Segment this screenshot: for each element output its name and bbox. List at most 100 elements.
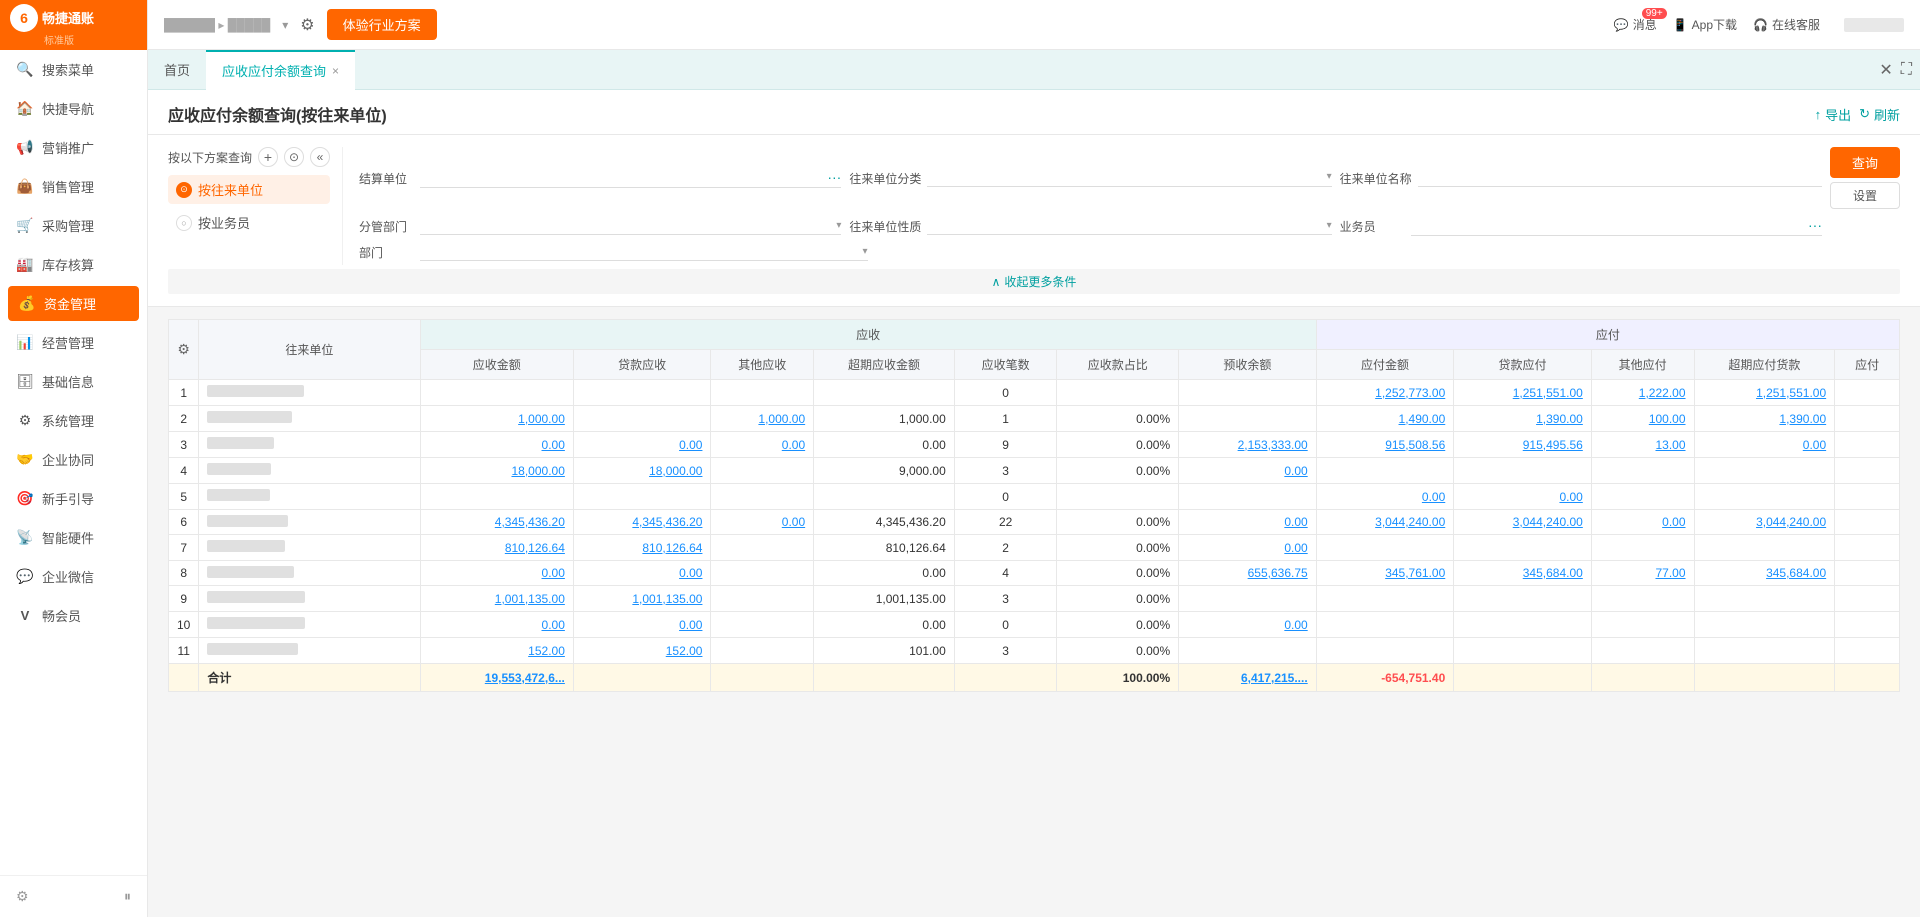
table-cell[interactable] xyxy=(1454,458,1592,484)
table-cell[interactable] xyxy=(711,586,814,612)
table-cell[interactable] xyxy=(1694,638,1835,664)
table-cell[interactable]: 345,684.00 xyxy=(1694,561,1835,586)
tab-ar-ap[interactable]: 应收应付余额查询 × xyxy=(206,50,355,90)
table-cell[interactable] xyxy=(1694,535,1835,561)
scheme-item-by-employee[interactable]: ○ 按业务员 xyxy=(168,208,330,237)
sidebar-item-finance[interactable]: 💰 资金管理 xyxy=(8,286,139,321)
table-cell[interactable]: 0.00 xyxy=(573,432,711,458)
table-cell[interactable]: 0.00 xyxy=(420,612,573,638)
table-settings-gear-icon[interactable]: ⚙ xyxy=(177,341,190,357)
sidebar-item-guide[interactable]: 🎯 新手引导 xyxy=(0,479,147,518)
sidebar-item-purchase[interactable]: 🛒 采购管理 xyxy=(0,206,147,245)
table-cell[interactable] xyxy=(1454,535,1592,561)
footer-ar-prepay-cell[interactable]: 6,417,215.... xyxy=(1179,664,1317,692)
table-cell[interactable]: 1,000.00 xyxy=(420,406,573,432)
table-cell[interactable]: 4,345,436.20 xyxy=(420,510,573,535)
table-cell[interactable]: 0.00 xyxy=(1694,432,1835,458)
export-button[interactable]: ↑ 导出 xyxy=(1815,105,1852,124)
sidebar-item-basic-info[interactable]: 🗄 基础信息 xyxy=(0,362,147,401)
sidebar-item-sales[interactable]: 👜 销售管理 xyxy=(0,167,147,206)
settings-bottom-icon[interactable]: ⚙ xyxy=(16,888,29,905)
sidebar-item-marketing[interactable]: 📢 营销推广 xyxy=(0,128,147,167)
table-cell[interactable] xyxy=(1591,612,1694,638)
table-cell[interactable]: 0.00 xyxy=(1179,458,1317,484)
table-cell[interactable] xyxy=(1179,586,1317,612)
table-cell[interactable] xyxy=(1179,638,1317,664)
sidebar-item-cooperation[interactable]: 🤝 企业协同 xyxy=(0,440,147,479)
table-cell[interactable] xyxy=(1316,612,1454,638)
table-cell[interactable]: 1,390.00 xyxy=(1454,406,1592,432)
table-cell[interactable]: 0.00 xyxy=(573,561,711,586)
table-cell[interactable] xyxy=(573,380,711,406)
table-cell[interactable]: 0.00 xyxy=(420,432,573,458)
table-cell[interactable]: 345,761.00 xyxy=(1316,561,1454,586)
app-download-button[interactable]: 📱 App下载 xyxy=(1673,16,1737,33)
topbar-chevron-icon[interactable]: ▾ xyxy=(282,18,288,32)
table-cell[interactable] xyxy=(711,612,814,638)
unit-name-input[interactable] xyxy=(1418,170,1822,187)
table-cell[interactable]: 0.00 xyxy=(1454,484,1592,510)
table-cell[interactable] xyxy=(1591,638,1694,664)
table-cell[interactable]: 77.00 xyxy=(1591,561,1694,586)
footer-ar-amount-cell[interactable]: 19,553,472,6... xyxy=(420,664,573,692)
table-cell[interactable]: 0.00 xyxy=(711,510,814,535)
sidebar-item-system[interactable]: ⚙ 系统管理 xyxy=(0,401,147,440)
table-cell[interactable] xyxy=(1316,638,1454,664)
table-cell[interactable]: 0.00 xyxy=(1316,484,1454,510)
messages-button[interactable]: 💬 消息 99+ xyxy=(1614,16,1657,33)
tab-close-all-icon[interactable]: ✕ xyxy=(1879,60,1892,80)
table-cell[interactable]: 1,251,551.00 xyxy=(1694,380,1835,406)
table-cell[interactable]: 1,222.00 xyxy=(1591,380,1694,406)
tab-home[interactable]: 首页 xyxy=(148,50,206,90)
table-cell[interactable] xyxy=(711,458,814,484)
table-cell[interactable]: 1,001,135.00 xyxy=(420,586,573,612)
table-cell[interactable]: 1,000.00 xyxy=(711,406,814,432)
table-cell[interactable] xyxy=(1694,586,1835,612)
settings-button[interactable]: 设置 xyxy=(1830,182,1900,209)
table-cell[interactable] xyxy=(1694,612,1835,638)
unit-nature-input[interactable] xyxy=(927,218,1326,232)
table-cell[interactable] xyxy=(711,535,814,561)
add-scheme-btn[interactable]: + xyxy=(258,147,278,167)
table-cell[interactable]: 152.00 xyxy=(420,638,573,664)
table-cell[interactable] xyxy=(1454,638,1592,664)
table-cell[interactable] xyxy=(711,380,814,406)
promo-button[interactable]: 体验行业方案 xyxy=(327,9,437,40)
table-cell[interactable]: 3,044,240.00 xyxy=(1694,510,1835,535)
table-cell[interactable]: 3,044,240.00 xyxy=(1316,510,1454,535)
table-cell[interactable]: 1,390.00 xyxy=(1694,406,1835,432)
table-cell[interactable]: 4,345,436.20 xyxy=(573,510,711,535)
salesperson-dots-icon[interactable]: ··· xyxy=(1808,217,1822,233)
table-cell[interactable] xyxy=(1316,586,1454,612)
scheme-item-by-unit[interactable]: ⊙ 按往来单位 xyxy=(168,175,330,204)
table-cell[interactable] xyxy=(1591,484,1694,510)
table-cell[interactable] xyxy=(420,484,573,510)
table-cell[interactable] xyxy=(420,380,573,406)
sidebar-item-wechat[interactable]: 💬 企业微信 xyxy=(0,557,147,596)
table-cell[interactable] xyxy=(1316,458,1454,484)
table-cell[interactable]: 915,508.56 xyxy=(1316,432,1454,458)
table-cell[interactable]: 915,495.56 xyxy=(1454,432,1592,458)
table-cell[interactable]: 1,252,773.00 xyxy=(1316,380,1454,406)
settlement-unit-dots-icon[interactable]: ··· xyxy=(827,169,841,185)
table-cell[interactable]: 0.00 xyxy=(420,561,573,586)
table-cell[interactable] xyxy=(1179,380,1317,406)
table-cell[interactable] xyxy=(1694,458,1835,484)
tab-fullscreen-icon[interactable]: ⛶ xyxy=(1901,61,1912,79)
table-cell[interactable] xyxy=(1454,612,1592,638)
table-cell[interactable] xyxy=(711,638,814,664)
edit-scheme-btn[interactable]: ⊙ xyxy=(284,147,304,167)
table-cell[interactable]: 1,001,135.00 xyxy=(573,586,711,612)
sidebar-item-inventory[interactable]: 🏭 库存核算 xyxy=(0,245,147,284)
table-cell[interactable]: 2,153,333.00 xyxy=(1179,432,1317,458)
table-cell[interactable] xyxy=(1591,586,1694,612)
query-button[interactable]: 查询 xyxy=(1830,147,1900,178)
table-cell[interactable]: 1,490.00 xyxy=(1316,406,1454,432)
table-cell[interactable]: 3,044,240.00 xyxy=(1454,510,1592,535)
table-cell[interactable]: 0.00 xyxy=(1591,510,1694,535)
table-cell[interactable]: 0.00 xyxy=(1179,510,1317,535)
table-cell[interactable] xyxy=(711,484,814,510)
table-cell[interactable] xyxy=(711,561,814,586)
table-cell[interactable]: 0.00 xyxy=(573,612,711,638)
table-cell[interactable]: 152.00 xyxy=(573,638,711,664)
